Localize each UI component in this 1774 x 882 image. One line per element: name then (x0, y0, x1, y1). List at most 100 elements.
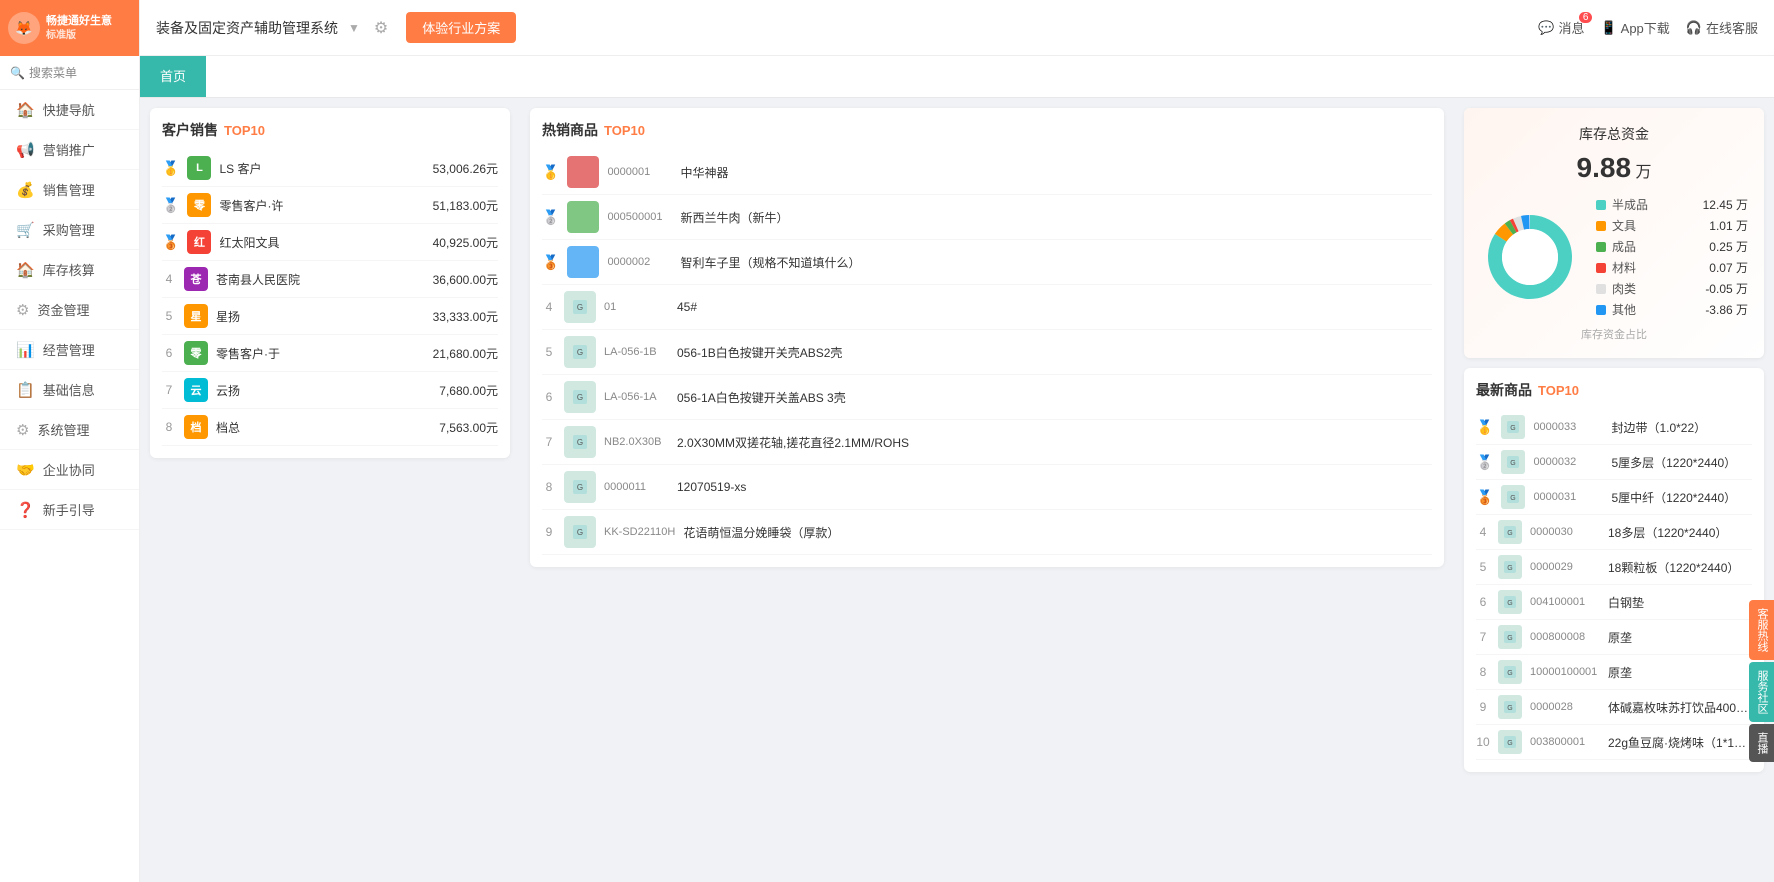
latest-product-item: 🥉 G 0000031 5厘中纤（1220*2440） (1476, 480, 1752, 515)
logo-sub-text: 标准版 (46, 29, 112, 42)
svg-text:G: G (1511, 425, 1516, 432)
customer-value: 36,600.00元 (433, 271, 498, 288)
topbar: 装备及固定资产辅助管理系统 ▼ ⚙ 体验行业方案 💬 消息 6 📱 App下载 … (140, 0, 1774, 56)
customer-rank-item: 4 苍 苍南县人民医院 36,600.00元 (162, 261, 498, 298)
legend-name: 成品 (1612, 238, 1703, 255)
customer-avatar: 苍 (184, 267, 208, 291)
latest-product-img: G (1498, 660, 1522, 684)
tab-home[interactable]: 首页 (140, 56, 206, 97)
latest-product-name: 体碱嘉枚味苏打饮品400毫升（1*15） (1608, 699, 1752, 716)
legend-item: 其他 -3.86 万 (1596, 301, 1748, 318)
service-community-btn[interactable]: 服务社区 (1749, 662, 1774, 722)
messages-btn[interactable]: 💬 消息 6 (1538, 18, 1584, 37)
sidebar-item-sales[interactable]: 💰 销售管理 (0, 170, 139, 210)
customer-avatar: 云 (184, 378, 208, 402)
latest-product-img: G (1501, 450, 1525, 474)
latest-top10-label: TOP10 (1538, 383, 1579, 398)
sidebar-item-operations[interactable]: 📊 经营管理 (0, 330, 139, 370)
sidebar-item-newbie[interactable]: ❓ 新手引导 (0, 490, 139, 530)
legend-value: 1.01 万 (1709, 217, 1748, 234)
sidebar-item-purchase[interactable]: 🛒 采购管理 (0, 210, 139, 250)
customer-top10-title: 客户销售 TOP10 (162, 120, 498, 140)
hot-product-item: 🥇 0000001 中华神器 (542, 150, 1432, 195)
customer-value: 33,333.00元 (433, 308, 498, 325)
hot-product-item: 7 G NB2.0X30B 2.0X30MM双搓花轴,搓花直径2.1MM/ROH… (542, 420, 1432, 465)
svg-text:G: G (577, 483, 583, 492)
latest-product-code: 10000100001 (1530, 666, 1600, 678)
legend-item: 肉类 -0.05 万 (1596, 280, 1748, 297)
cart-icon: 🛒 (16, 221, 35, 239)
logo-text: 畅捷通好生意 标准版 (46, 14, 112, 41)
latest-product-item: 7 G 000800008 原垄 (1476, 620, 1752, 655)
customer-rank-item: 7 云 云扬 7,680.00元 (162, 372, 498, 409)
customer-top10-panel: 客户销售 TOP10 🥇 L LS 客户 53,006.26元 🥈 零 零售客户… (150, 108, 510, 458)
customer-avatar: 红 (187, 230, 211, 254)
svg-text:G: G (577, 528, 583, 537)
main-area: 装备及固定资产辅助管理系统 ▼ ⚙ 体验行业方案 💬 消息 6 📱 App下载 … (140, 0, 1774, 882)
customer-rank-item: 🥇 L LS 客户 53,006.26元 (162, 150, 498, 187)
customer-service-btn[interactable]: 客服热线 (1749, 600, 1774, 660)
customer-avatar: 零 (187, 193, 211, 217)
latest-product-code: 004100001 (1530, 596, 1600, 608)
product-code: 01 (604, 301, 669, 313)
money-icon: 💰 (16, 181, 35, 199)
product-name: 45# (677, 300, 1432, 314)
hot-product-item: 9 G KK-SD22110H 花语萌恒温分娩睡袋（厚款） (542, 510, 1432, 555)
legend-dot (1596, 263, 1606, 273)
sidebar-label-inventory: 库存核算 (43, 260, 95, 279)
product-img-placeholder: G (564, 381, 596, 413)
customer-name: 苍南县人民医院 (216, 271, 425, 288)
search-icon: 🔍 (10, 66, 25, 80)
sidebar-label-purchase: 采购管理 (43, 220, 95, 239)
latest-product-code: 0000028 (1530, 701, 1600, 713)
latest-product-item: 6 G 004100001 白钢垫 (1476, 585, 1752, 620)
sidebar-item-sys-mgmt[interactable]: ⚙ 系统管理 (0, 410, 139, 450)
system-name: 装备及固定资产辅助管理系统 (156, 18, 338, 38)
latest-product-name: 原垄 (1608, 664, 1752, 681)
online-service-btn[interactable]: 🎧 在线客服 (1686, 18, 1758, 37)
sidebar-item-finance[interactable]: ⚙ 资金管理 (0, 290, 139, 330)
messages-badge: 6 (1579, 12, 1593, 23)
customer-name: 档总 (216, 419, 431, 436)
system-dropdown-btn[interactable]: ▼ (348, 21, 360, 35)
sidebar-label-operations: 经营管理 (43, 340, 95, 359)
latest-products-panel: 最新商品 TOP10 🥇 G 0000033 封边带（1.0*22） 🥈 G 0… (1464, 368, 1764, 772)
message-icon: 💬 (1538, 20, 1554, 36)
finance-icon: ⚙ (16, 301, 29, 319)
hot-products-title-text: 热销商品 (542, 120, 598, 140)
warehouse-icon: 🏠 (16, 261, 35, 279)
sidebar-label-marketing: 营销推广 (43, 140, 95, 159)
page-tabs: 首页 (140, 56, 1774, 98)
customer-name: 星扬 (216, 308, 425, 325)
svg-text:G: G (1507, 740, 1512, 747)
inventory-total: 9.88 万 (1480, 152, 1748, 184)
sidebar-item-corp-collab[interactable]: 🤝 企业协同 (0, 450, 139, 490)
latest-product-img: G (1498, 555, 1522, 579)
customer-list: 🥇 L LS 客户 53,006.26元 🥈 零 零售客户·许 51,183.0… (162, 150, 498, 446)
hot-products-list: 🥇 0000001 中华神器 🥈 000500001 新西兰牛肉（新牛） 🥉 0… (542, 150, 1432, 555)
product-img (567, 201, 599, 233)
sidebar-item-marketing[interactable]: 📢 营销推广 (0, 130, 139, 170)
sidebar-item-base-info[interactable]: 📋 基础信息 (0, 370, 139, 410)
product-code: LA-056-1A (604, 391, 669, 403)
trial-btn[interactable]: 体验行业方案 (406, 12, 516, 43)
sidebar-item-quick-nav[interactable]: 🏠 快捷导航 (0, 90, 139, 130)
product-code: 0000011 (604, 481, 669, 493)
latest-product-img: G (1498, 590, 1522, 614)
customer-value: 7,563.00元 (439, 419, 498, 436)
latest-product-img: G (1498, 730, 1522, 754)
topbar-settings-btn[interactable]: ⚙ (374, 18, 388, 38)
live-btn[interactable]: 直播 (1749, 724, 1774, 762)
latest-product-item: 4 G 0000030 18多层（1220*2440） (1476, 515, 1752, 550)
search-menu[interactable]: 🔍 搜索菜单 (0, 56, 139, 90)
sidebar-item-inventory[interactable]: 🏠 库存核算 (0, 250, 139, 290)
product-img-placeholder: G (564, 516, 596, 548)
hot-product-item: 5 G LA-056-1B 056-1B白色按键开关壳ABS2壳 (542, 330, 1432, 375)
app-download-btn[interactable]: 📱 App下载 (1600, 18, 1669, 37)
latest-product-item: 8 G 10000100001 原垄 (1476, 655, 1752, 690)
customer-rank-item: 🥉 红 红太阳文具 40,925.00元 (162, 224, 498, 261)
product-code: NB2.0X30B (604, 436, 669, 448)
hot-product-item: 4 G 01 45# (542, 285, 1432, 330)
svg-text:G: G (1507, 635, 1512, 642)
legend-dot (1596, 221, 1606, 231)
